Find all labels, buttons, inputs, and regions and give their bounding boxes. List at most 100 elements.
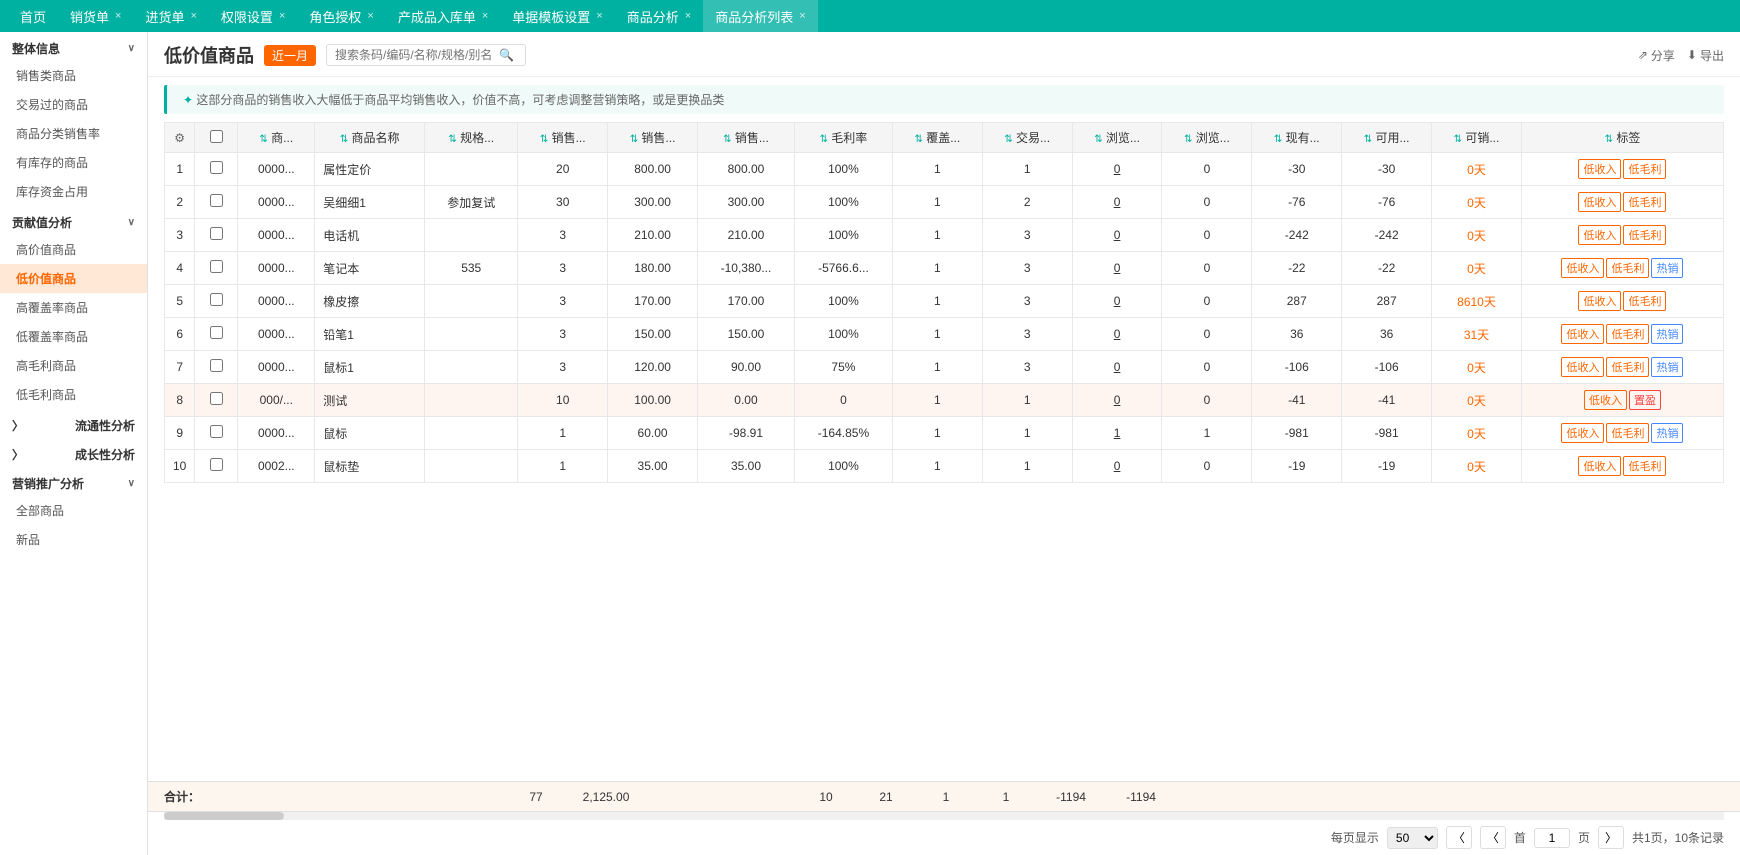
row-select-checkbox[interactable] (210, 458, 223, 471)
views-link[interactable]: 0 (1114, 195, 1121, 209)
row-select-checkbox[interactable] (210, 227, 223, 240)
transactions-column-header[interactable]: ⇅ 交易... (982, 123, 1072, 153)
row-views1[interactable]: 0 (1072, 285, 1162, 318)
sidebar-item-high-value[interactable]: 高价值商品 (0, 235, 147, 264)
views-link[interactable]: 1 (1114, 426, 1121, 440)
nav-role-auth[interactable]: 角色授权 × (297, 0, 385, 32)
row-views1[interactable]: 0 (1072, 384, 1162, 417)
views1-column-header[interactable]: ⇅ 浏览... (1072, 123, 1162, 153)
current-stock-column-header[interactable]: ⇅ 现有... (1252, 123, 1342, 153)
code-column-header[interactable]: ⇅ 商... (238, 123, 315, 153)
close-icon[interactable]: × (799, 10, 805, 22)
first-page-button[interactable]: 〈 (1446, 826, 1472, 849)
table-row: 10 0002... 鼠标垫 1 35.00 35.00 100% 1 1 0 … (165, 450, 1724, 483)
next-page-button[interactable]: 〉 (1598, 826, 1624, 849)
row-name: 铅笔1 (315, 318, 425, 351)
views-link[interactable]: 0 (1114, 261, 1121, 275)
close-icon[interactable]: × (367, 10, 373, 22)
close-icon[interactable]: × (596, 10, 602, 22)
row-select-checkbox[interactable] (210, 161, 223, 174)
page-number-input[interactable] (1534, 828, 1570, 848)
row-checkbox-cell (195, 219, 238, 252)
views-link[interactable]: 0 (1114, 294, 1121, 308)
per-page-select[interactable]: 50 100 (1387, 827, 1438, 849)
sidebar-item-low-margin[interactable]: 低毛利商品 (0, 380, 147, 409)
sales-price-column-header[interactable]: ⇅ 销售... (698, 123, 795, 153)
row-available-stock: -22 (1342, 252, 1432, 285)
views-link[interactable]: 0 (1114, 459, 1121, 473)
available-stock-column-header[interactable]: ⇅ 可用... (1342, 123, 1432, 153)
row-select-checkbox[interactable] (210, 260, 223, 273)
views-link[interactable]: 0 (1114, 162, 1121, 176)
close-icon[interactable]: × (685, 10, 691, 22)
row-views1[interactable]: 0 (1072, 318, 1162, 351)
tags-column-header[interactable]: ⇅ 标签 (1521, 123, 1723, 153)
close-icon[interactable]: × (482, 10, 488, 22)
row-views1[interactable]: 0 (1072, 252, 1162, 285)
row-select-checkbox[interactable] (210, 293, 223, 306)
select-all-checkbox[interactable] (210, 130, 223, 143)
row-select-checkbox[interactable] (210, 326, 223, 339)
share-button[interactable]: ⇗ 分享 (1638, 47, 1675, 64)
sidebar-item-high-margin[interactable]: 高毛利商品 (0, 351, 147, 380)
sidebar-item-category-sales-rate[interactable]: 商品分类销售率 (0, 119, 147, 148)
sidebar-item-new-goods[interactable]: 新品 (0, 525, 147, 554)
settings-column-header[interactable]: ⚙ (165, 123, 195, 153)
row-views1[interactable]: 1 (1072, 417, 1162, 450)
row-views1[interactable]: 0 (1072, 351, 1162, 384)
row-code: 000/... (238, 384, 315, 417)
sidebar-item-traded-goods[interactable]: 交易过的商品 (0, 90, 147, 119)
coverage-column-header[interactable]: ⇅ 覆盖... (892, 123, 982, 153)
sidebar-item-high-coverage[interactable]: 高覆盖率商品 (0, 293, 147, 322)
views-link[interactable]: 0 (1114, 393, 1121, 407)
sidebar-item-low-value[interactable]: 低价值商品 (0, 264, 147, 293)
horizontal-scrollbar[interactable] (164, 812, 1724, 820)
row-views1[interactable]: 0 (1072, 219, 1162, 252)
nav-sales-order[interactable]: 销货单 × (58, 0, 133, 32)
row-select-checkbox[interactable] (210, 392, 223, 405)
sales-qty-column-header[interactable]: ⇅ 销售... (518, 123, 608, 153)
nav-purchase-order[interactable]: 进货单 × (133, 0, 208, 32)
row-views1[interactable]: 0 (1072, 153, 1162, 186)
close-icon[interactable]: × (115, 10, 121, 22)
spec-column-header[interactable]: ⇅ 规格... (425, 123, 518, 153)
export-icon: ⬇ (1687, 48, 1697, 62)
views-link[interactable]: 0 (1114, 228, 1121, 242)
sellable-column-header[interactable]: ⇅ 可销... (1432, 123, 1522, 153)
nav-goods-analysis[interactable]: 商品分析 × (615, 0, 703, 32)
row-views1[interactable]: 0 (1072, 186, 1162, 219)
name-column-header[interactable]: ⇅ 商品名称 (315, 123, 425, 153)
nav-home[interactable]: 首页 (8, 0, 58, 32)
sidebar-section-liquidity[interactable]: 〉 流通性分析 (0, 409, 147, 438)
search-icon[interactable]: 🔍 (499, 48, 514, 62)
views-link[interactable]: 0 (1114, 327, 1121, 341)
sidebar-item-low-coverage[interactable]: 低覆盖率商品 (0, 322, 147, 351)
sales-amount-column-header[interactable]: ⇅ 销售... (608, 123, 698, 153)
close-icon[interactable]: × (279, 10, 285, 22)
row-select-checkbox[interactable] (210, 359, 223, 372)
period-button[interactable]: 近一月 (264, 45, 316, 66)
views-link[interactable]: 0 (1114, 360, 1121, 374)
sidebar-item-inventory-capital[interactable]: 库存资金占用 (0, 177, 147, 206)
close-icon[interactable]: × (190, 10, 196, 22)
row-select-checkbox[interactable] (210, 425, 223, 438)
row-views1[interactable]: 0 (1072, 450, 1162, 483)
export-button[interactable]: ⬇ 导出 (1687, 47, 1724, 64)
row-select-checkbox[interactable] (210, 194, 223, 207)
sidebar-section-overall[interactable]: 整体信息 ∨ (0, 32, 147, 61)
sidebar-item-all-goods[interactable]: 全部商品 (0, 496, 147, 525)
sidebar-item-sales-goods[interactable]: 销售类商品 (0, 61, 147, 90)
nav-goods-analysis-list[interactable]: 商品分析列表 × (703, 0, 817, 32)
views2-column-header[interactable]: ⇅ 浏览... (1162, 123, 1252, 153)
nav-template-settings[interactable]: 单据模板设置 × (500, 0, 614, 32)
sidebar-item-stocked-goods[interactable]: 有库存的商品 (0, 148, 147, 177)
sidebar-section-contribution[interactable]: 贡献值分析 ∨ (0, 206, 147, 235)
nav-permission-settings[interactable]: 权限设置 × (209, 0, 297, 32)
prev-page-button[interactable]: 〈 (1480, 826, 1506, 849)
search-input[interactable] (335, 48, 495, 62)
gross-margin-column-header[interactable]: ⇅ 毛利率 (794, 123, 892, 153)
checkbox-column-header[interactable] (195, 123, 238, 153)
sidebar-section-growth[interactable]: 〉 成长性分析 (0, 438, 147, 467)
sidebar-section-marketing[interactable]: 营销推广分析 ∨ (0, 467, 147, 496)
nav-finished-goods[interactable]: 产成品入库单 × (386, 0, 500, 32)
